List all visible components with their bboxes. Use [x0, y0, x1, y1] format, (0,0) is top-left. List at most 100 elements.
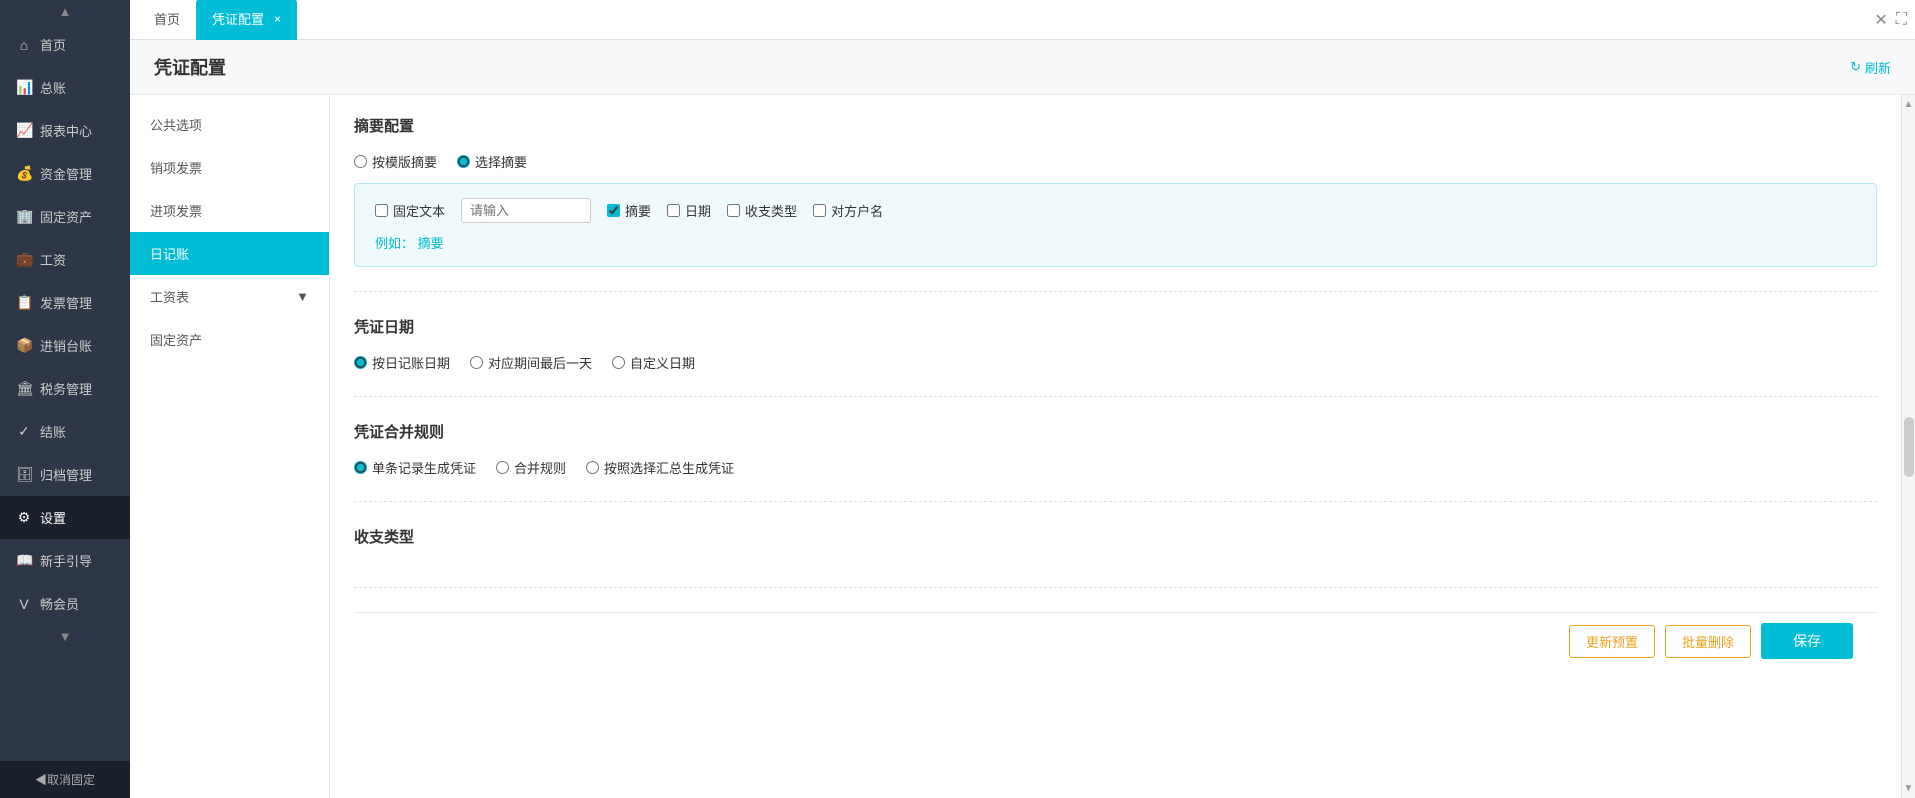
- sidebar-item-member[interactable]: V 畅会员: [0, 582, 130, 625]
- checkbox-counterpart[interactable]: 对方户名: [813, 201, 883, 220]
- settings-icon: ⚙: [16, 509, 32, 526]
- batch-delete-button[interactable]: 批量删除: [1665, 625, 1751, 658]
- sidebar-item-closing[interactable]: ✓ 结账: [0, 410, 130, 453]
- scroll-down-arrow[interactable]: ▼: [1902, 781, 1915, 796]
- sidebar-item-label: 固定资产: [40, 207, 92, 226]
- sidebar-item-reports[interactable]: 📈 报表中心: [0, 109, 130, 152]
- chevron-down-icon: ▼: [296, 289, 309, 304]
- voucher-date-custom[interactable]: 自定义日期: [612, 353, 695, 372]
- invoice-icon: 📋: [16, 294, 32, 311]
- tab-home[interactable]: 首页: [138, 0, 196, 40]
- sidebar-item-label: 发票管理: [40, 293, 92, 312]
- fixed-text-checkbox[interactable]: [375, 204, 388, 217]
- update-preview-button[interactable]: 更新预置: [1569, 625, 1655, 658]
- sidebar-item-label: 结账: [40, 422, 66, 441]
- income-type-checkbox[interactable]: [727, 204, 740, 217]
- scroll-up-arrow[interactable]: ▲: [1902, 97, 1915, 112]
- left-nav-sales-invoice[interactable]: 销项发票: [130, 146, 329, 189]
- sidebar-item-archive[interactable]: 🗄 归档管理: [0, 453, 130, 496]
- tab-bar: 首页 凭证配置 × ✕ ⛶: [130, 0, 1915, 40]
- left-nav-public[interactable]: 公共选项: [130, 103, 329, 146]
- expand-button[interactable]: ⛶: [1896, 11, 1907, 29]
- income-type-section: 收支类型: [354, 526, 1877, 588]
- ledger-icon: 📊: [16, 79, 32, 96]
- close-button[interactable]: ✕: [1874, 10, 1887, 30]
- sidebar-item-label: 工资: [40, 250, 66, 269]
- left-nav-payroll-sheet[interactable]: 工资表 ▼: [130, 275, 329, 318]
- sidebar-item-label: 税务管理: [40, 379, 92, 398]
- voucher-date-last-day[interactable]: 对应期间最后一天: [470, 353, 592, 372]
- merge-rule-merge[interactable]: 合并规则: [496, 458, 566, 477]
- summary-select-radio[interactable]: [457, 155, 470, 168]
- counterpart-checkbox[interactable]: [813, 204, 826, 217]
- bottom-action-bar: 更新预置 批量删除 保存: [354, 612, 1877, 669]
- sidebar-item-label: 归档管理: [40, 465, 92, 484]
- main-content: 摘要配置 按模版摘要 选择摘要: [330, 95, 1901, 798]
- sidebar-item-invoice-mgmt[interactable]: 📋 发票管理: [0, 281, 130, 324]
- guide-icon: 📖: [16, 552, 32, 569]
- summary-checkbox[interactable]: [607, 204, 620, 217]
- sidebar-item-label: 资金管理: [40, 164, 92, 183]
- payroll-icon: 💼: [16, 251, 32, 268]
- left-nav-journal[interactable]: 日记账: [130, 232, 329, 275]
- merge-rule-title: 凭证合并规则: [354, 421, 1877, 442]
- summary-radio-template[interactable]: 按模版摘要: [354, 152, 437, 171]
- tab-close-icon[interactable]: ×: [274, 12, 281, 26]
- right-scrollbar: ▲ ▼: [1901, 95, 1915, 798]
- checkbox-income-type[interactable]: 收支类型: [727, 201, 797, 220]
- main-area: 首页 凭证配置 × ✕ ⛶ 凭证配置 ↻ 刷新 公共选项: [130, 0, 1915, 798]
- voucher-date-section: 凭证日期 按日记账日期 对应期间最后一天 自定义日期: [354, 316, 1877, 397]
- left-nav: 公共选项 销项发票 进项发票 日记账 工资表 ▼ 固定资产: [130, 95, 330, 798]
- sidebar-item-tax[interactable]: 🏛 税务管理: [0, 367, 130, 410]
- sidebar-item-label: 新手引导: [40, 551, 92, 570]
- single-record-radio[interactable]: [354, 461, 367, 474]
- checkbox-date[interactable]: 日期: [667, 201, 711, 220]
- sidebar-item-label: 畅会员: [40, 594, 79, 613]
- merge-rule-radio[interactable]: [496, 461, 509, 474]
- page-title: 凭证配置: [154, 54, 226, 80]
- sidebar-item-funds[interactable]: 💰 资金管理: [0, 152, 130, 195]
- sidebar-item-home[interactable]: ⌂ 首页: [0, 23, 130, 66]
- sidebar-item-sales-ledger[interactable]: 📦 进销台账: [0, 324, 130, 367]
- left-nav-purchase-invoice[interactable]: 进项发票: [130, 189, 329, 232]
- merge-rule-single[interactable]: 单条记录生成凭证: [354, 458, 476, 477]
- sidebar-item-assets[interactable]: 🏢 固定资产: [0, 195, 130, 238]
- merge-rule-by-selection[interactable]: 按照选择汇总生成凭证: [586, 458, 734, 477]
- sidebar-scroll-up[interactable]: ▲: [0, 0, 130, 23]
- sidebar-item-label: 设置: [40, 508, 66, 527]
- custom-date-radio[interactable]: [612, 356, 625, 369]
- sidebar-item-label: 进销台账: [40, 336, 92, 355]
- summary-radio-select[interactable]: 选择摘要: [457, 152, 527, 171]
- scroll-thumb[interactable]: [1904, 417, 1914, 477]
- tax-icon: 🏛: [16, 380, 32, 397]
- last-day-radio[interactable]: [470, 356, 483, 369]
- sidebar-item-label: 报表中心: [40, 121, 92, 140]
- sidebar-unpin-button[interactable]: ◀取消固定: [0, 761, 130, 798]
- refresh-icon: ↻: [1850, 59, 1861, 75]
- refresh-button[interactable]: ↻ 刷新: [1850, 58, 1891, 77]
- page-header: 凭证配置 ↻ 刷新: [130, 40, 1915, 95]
- summary-template-radio[interactable]: [354, 155, 367, 168]
- sidebar-scroll-down[interactable]: ▼: [0, 625, 130, 648]
- fixed-text-input[interactable]: [461, 198, 591, 223]
- sidebar-item-payroll[interactable]: 💼 工资: [0, 238, 130, 281]
- journal-date-radio[interactable]: [354, 356, 367, 369]
- merge-rule-section: 凭证合并规则 单条记录生成凭证 合并规则 按照选择汇总生成凭证: [354, 421, 1877, 502]
- sidebar-item-settings[interactable]: ⚙ 设置: [0, 496, 130, 539]
- sidebar: ▲ ⌂ 首页 📊 总账 📈 报表中心 💰 资金管理 🏢 固定资产 💼 工资 📋 …: [0, 0, 130, 798]
- sidebar-item-guide[interactable]: 📖 新手引导: [0, 539, 130, 582]
- date-checkbox[interactable]: [667, 204, 680, 217]
- checkbox-summary[interactable]: 摘要: [607, 201, 651, 220]
- checkbox-fixed-text[interactable]: 固定文本: [375, 201, 445, 220]
- content-body: 公共选项 销项发票 进项发票 日记账 工资表 ▼ 固定资产: [130, 95, 1915, 798]
- content-outer: 凭证配置 ↻ 刷新 公共选项 销项发票 进项发票 日记账: [130, 40, 1915, 798]
- assets-icon: 🏢: [16, 208, 32, 225]
- tab-voucher-config[interactable]: 凭证配置 ×: [196, 0, 297, 40]
- sidebar-item-ledger[interactable]: 📊 总账: [0, 66, 130, 109]
- save-button[interactable]: 保存: [1761, 623, 1853, 659]
- left-nav-fixed-assets[interactable]: 固定资产: [130, 318, 329, 361]
- by-selection-radio[interactable]: [586, 461, 599, 474]
- voucher-date-title: 凭证日期: [354, 316, 1877, 337]
- summary-config-box: 固定文本 摘要 日期: [354, 183, 1877, 267]
- voucher-date-journal[interactable]: 按日记账日期: [354, 353, 450, 372]
